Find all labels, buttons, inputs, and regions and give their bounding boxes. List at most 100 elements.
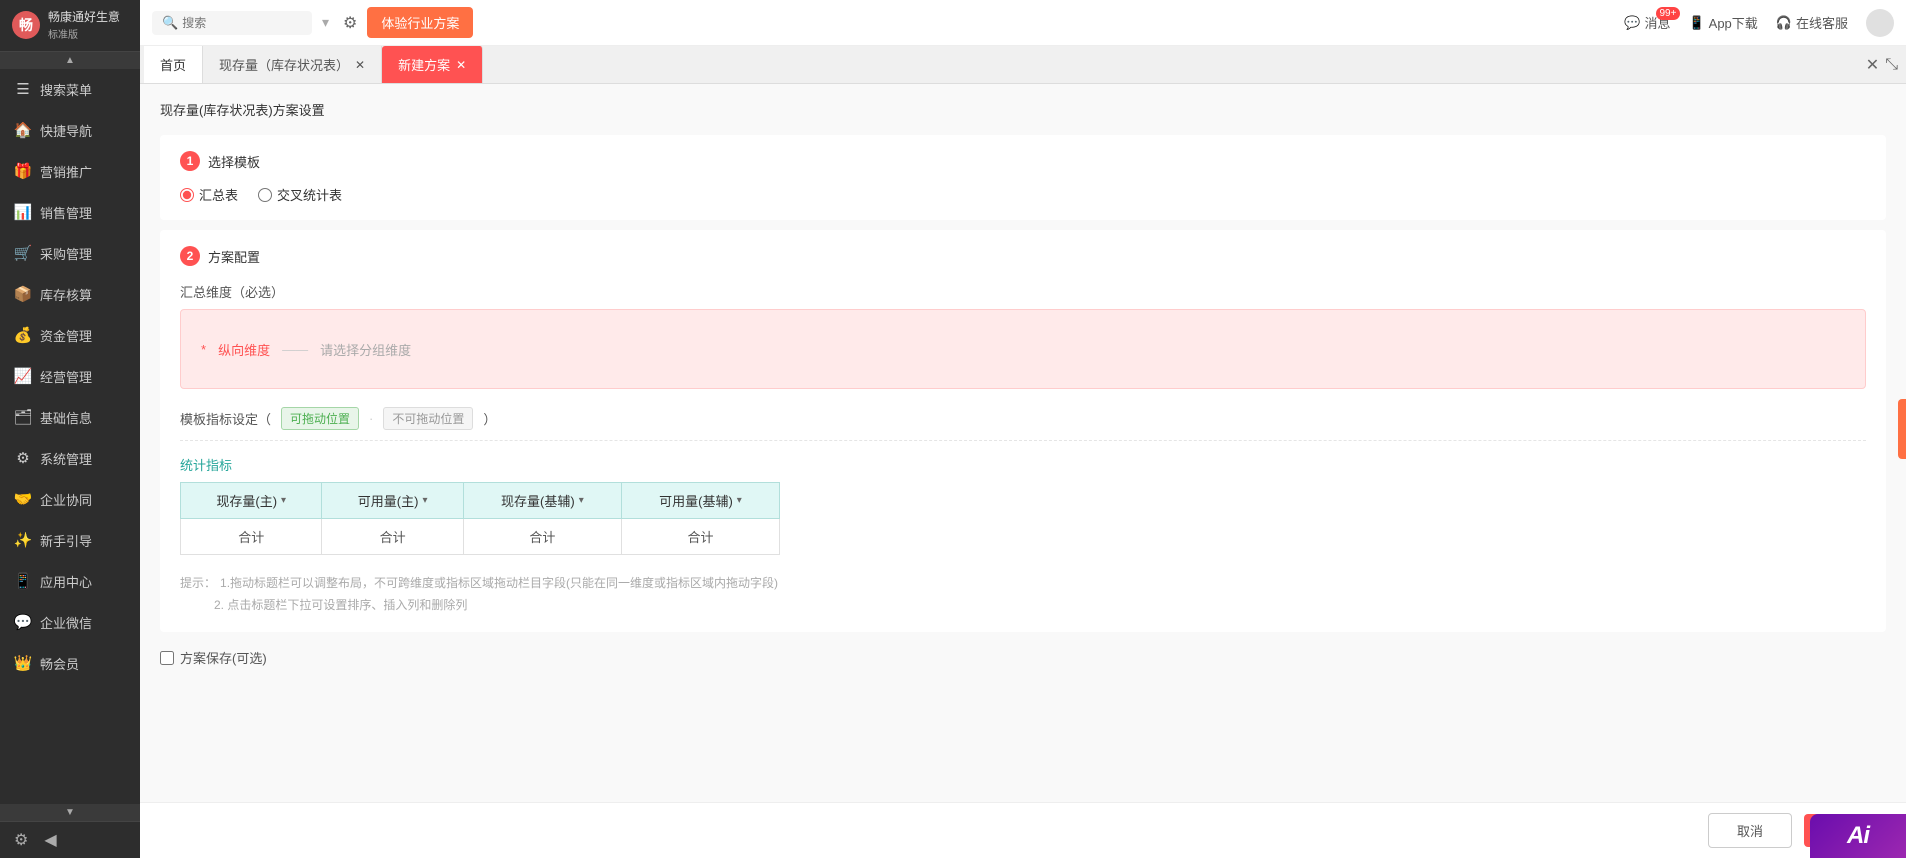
vertical-dim-divider: —— (282, 342, 308, 357)
save-checkbox-label: 方案保存(可选) (180, 648, 267, 667)
tabbar: 首页 现存量（库存状况表） ✕ 新建方案 ✕ ✕ ⤡ (140, 46, 1906, 84)
col3-header[interactable]: 现存量(基辅) ▾ (463, 483, 621, 519)
sidebar-item-new-guide[interactable]: ✨ 新手引导 (0, 520, 140, 561)
col2-dropdown-icon[interactable]: ▾ (422, 495, 427, 506)
sidebar-item-marketing[interactable]: 🎁 营销推广 (0, 151, 140, 192)
col1-header[interactable]: 现存量(主) ▾ (181, 483, 322, 519)
sidebar-item-cooperation[interactable]: 🤝 企业协同 (0, 479, 140, 520)
sidebar-item-operation[interactable]: 📈 经营管理 (0, 356, 140, 397)
tips-row1: 提示： 1.拖动标题栏可以调整布局，不可跨维度或指标区域拖动栏目字段(只能在同一… (180, 573, 1866, 595)
indicator-divider: · (369, 411, 373, 426)
sidebar-item-label: 新手引导 (40, 531, 92, 550)
sidebar-item-label: 营销推广 (40, 162, 92, 181)
save-checkbox-area: 方案保存(可选) (160, 648, 1886, 667)
col1-dropdown-icon[interactable]: ▾ (281, 495, 286, 506)
sidebar-item-label: 快捷导航 (40, 121, 92, 140)
radio-cross-input[interactable] (258, 188, 272, 202)
cancel-button[interactable]: 取消 (1708, 813, 1792, 848)
tips-tip1: 1.拖动标题栏可以调整布局，不可跨维度或指标区域拖动栏目字段(只能在同一维度或指… (220, 573, 778, 595)
sidebar-scroll-up[interactable]: ▲ (0, 52, 140, 69)
col2-summary: 合计 (322, 519, 463, 555)
sidebar-item-app-center[interactable]: 📱 应用中心 (0, 561, 140, 602)
vertical-dim-placeholder: 请选择分组维度 (320, 340, 411, 359)
collapse-icon[interactable]: ◀ (44, 830, 56, 850)
sidebar-item-label: 销售管理 (40, 203, 92, 222)
stats-section: 统计指标 现存量(主) ▾ (180, 455, 1866, 555)
search-input[interactable] (182, 16, 282, 30)
wechat-icon: 💬 (14, 613, 32, 631)
message-item[interactable]: 💬 消息 99+ (1624, 13, 1670, 32)
tab-new-plan-label: 新建方案 (398, 55, 450, 74)
step2-card: 2 方案配置 汇总维度（必选） * 纵向维度 —— 请选择分组维度 模板指标设定… (160, 230, 1886, 632)
tab-home-label: 首页 (160, 55, 186, 74)
indicator-settings-suffix: ） (483, 409, 496, 428)
summary-dimension-label: 汇总维度（必选） (180, 282, 1866, 301)
sidebar-item-quick-nav[interactable]: 🏠 快捷导航 (0, 110, 140, 151)
sales-icon: 📊 (14, 203, 32, 221)
bottom-bar: 取消 查询 (140, 802, 1906, 858)
stats-table: 现存量(主) ▾ 可用量(主) ▾ (180, 482, 780, 555)
tab-close-all-icon[interactable]: ✕ (1866, 55, 1879, 75)
step1-header: 1 选择模板 (180, 151, 1866, 171)
brand-text: 畅康通好生意 标准版 (48, 10, 120, 41)
right-edge-indicator[interactable] (1898, 399, 1906, 459)
tab-new-plan[interactable]: 新建方案 ✕ (382, 46, 483, 83)
topbar-dropdown-icon[interactable]: ▾ (322, 14, 329, 31)
search-icon: 🔍 (162, 15, 178, 31)
radio-summary[interactable]: 汇总表 (180, 185, 238, 204)
tab-home[interactable]: 首页 (144, 46, 203, 83)
sidebar-item-basic-info[interactable]: 🗂 基础信息 (0, 397, 140, 438)
step2-title: 方案配置 (208, 247, 260, 266)
ai-fab-button[interactable]: Ai (1810, 814, 1906, 858)
sidebar-item-label: 畅会员 (40, 654, 79, 673)
trial-button[interactable]: 体验行业方案 (367, 7, 473, 38)
sidebar-item-member[interactable]: 👑 畅会员 (0, 643, 140, 684)
tab-new-plan-close[interactable]: ✕ (456, 58, 466, 72)
message-badge: 99+ (1656, 7, 1681, 20)
save-checkbox[interactable] (160, 651, 174, 665)
app-download-item[interactable]: 📱 App下载 (1688, 13, 1757, 32)
sidebar-item-system[interactable]: ⚙ 系统管理 (0, 438, 140, 479)
sidebar-item-wechat[interactable]: 💬 企业微信 (0, 602, 140, 643)
sidebar-nav: ☰ 搜索菜单 🏠 快捷导航 🎁 营销推广 📊 销售管理 🛒 采购管理 📦 库存核… (0, 69, 140, 804)
finance-icon: 💰 (14, 326, 32, 344)
sidebar-item-search-menu[interactable]: ☰ 搜索菜单 (0, 69, 140, 110)
config-section: 汇总维度（必选） * 纵向维度 —— 请选择分组维度 模板指标设定（ 可拖动位置… (180, 282, 1866, 616)
basic-info-icon: 🗂 (14, 408, 32, 426)
sidebar-item-label: 经营管理 (40, 367, 92, 386)
sidebar-item-label: 系统管理 (40, 449, 92, 468)
sidebar-item-sales[interactable]: 📊 销售管理 (0, 192, 140, 233)
user-avatar[interactable] (1866, 9, 1894, 37)
tab-inventory-status[interactable]: 现存量（库存状况表） ✕ (203, 46, 382, 83)
radio-summary-label: 汇总表 (199, 185, 238, 204)
col4-header[interactable]: 可用量(基辅) ▾ (621, 483, 779, 519)
sidebar-scroll-down[interactable]: ▼ (0, 804, 140, 821)
quick-nav-icon: 🏠 (14, 121, 32, 139)
vertical-dim-required: * (201, 342, 206, 357)
radio-cross-label: 交叉统计表 (277, 185, 342, 204)
content-area: 现存量(库存状况表)方案设置 1 选择模板 汇总表 交叉统计表 2 方案配置 (140, 84, 1906, 802)
step1-title: 选择模板 (208, 152, 260, 171)
sidebar-item-finance[interactable]: 💰 资金管理 (0, 315, 140, 356)
tab-inventory-status-close[interactable]: ✕ (355, 58, 365, 72)
sidebar-item-inventory[interactable]: 📦 库存核算 (0, 274, 140, 315)
sidebar-item-label: 应用中心 (40, 572, 92, 591)
step1-card: 1 选择模板 汇总表 交叉统计表 (160, 135, 1886, 220)
topbar: 🔍 ▾ ⚙ 体验行业方案 💬 消息 99+ 📱 App下载 🎧 在线客服 (140, 0, 1906, 46)
online-service-item[interactable]: 🎧 在线客服 (1776, 13, 1848, 32)
ai-fab-label: Ai (1847, 822, 1869, 850)
topbar-search-area[interactable]: 🔍 (152, 11, 312, 35)
col2-header[interactable]: 可用量(主) ▾ (322, 483, 463, 519)
radio-summary-input[interactable] (180, 188, 194, 202)
settings-icon[interactable]: ⚙ (14, 830, 28, 850)
topbar-gear-icon[interactable]: ⚙ (343, 13, 357, 33)
col4-dropdown-icon[interactable]: ▾ (737, 495, 742, 506)
indicator-settings-row: 模板指标设定（ 可拖动位置 · 不可拖动位置 ） (180, 407, 1866, 441)
col3-dropdown-icon[interactable]: ▾ (579, 495, 584, 506)
sidebar-item-purchase[interactable]: 🛒 采购管理 (0, 233, 140, 274)
tab-expand-icon[interactable]: ⤡ (1885, 56, 1898, 74)
draggable-badge: 可拖动位置 (281, 407, 359, 430)
inventory-icon: 📦 (14, 285, 32, 303)
sidebar: 畅 畅康通好生意 标准版 ▲ ☰ 搜索菜单 🏠 快捷导航 🎁 营销推广 📊 销售… (0, 0, 140, 858)
radio-cross[interactable]: 交叉统计表 (258, 185, 342, 204)
